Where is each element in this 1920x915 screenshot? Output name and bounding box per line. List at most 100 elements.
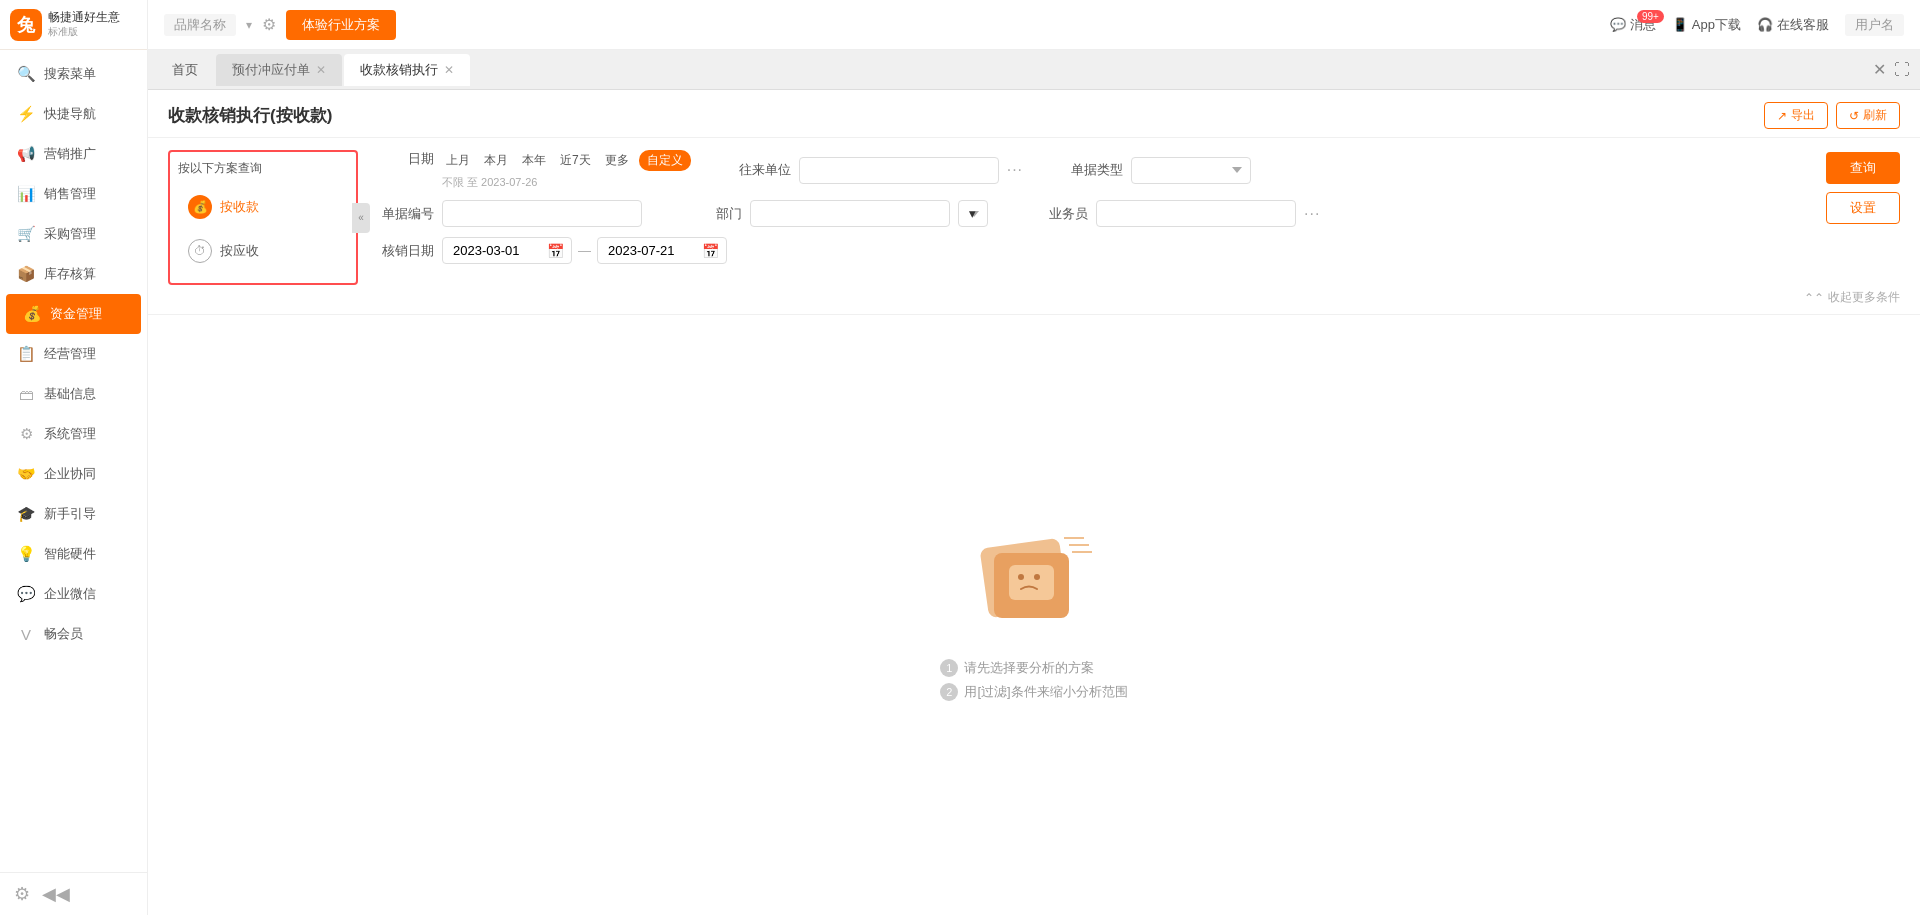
export-button[interactable]: ↗ 导出 xyxy=(1764,102,1828,129)
dept-select[interactable]: ▾ xyxy=(958,200,988,227)
sidebar-item-资金管理[interactable]: 💰资金管理 xyxy=(6,294,141,334)
sidebar-icon: 💰 xyxy=(22,304,42,324)
query-by-receivable[interactable]: ⏱ 按应收 xyxy=(178,231,348,271)
filter-row-1: 日期 上月 本月 本年 近7天 更多 自定义 不限 至 2023-07-26 xyxy=(374,150,1810,190)
sidebar-icon: V xyxy=(16,624,36,644)
topbar-gear-icon[interactable]: ⚙ xyxy=(262,15,276,34)
shortcut-last-month[interactable]: 上月 xyxy=(442,150,474,171)
sidebar-nav: 🔍搜索菜单⚡快捷导航 📢 营销推广 📊销售管理 🛒 采购管理 📦库存核算💰资金管理📋经营管理… xyxy=(0,50,147,872)
sidebar-item-基础信息[interactable]: 🗃 基础信息 xyxy=(0,374,147,414)
chevron-up-icon: ⌃⌃ xyxy=(1804,291,1824,305)
svg-point-4 xyxy=(1034,574,1040,580)
sidebar-icon: 🛒 xyxy=(16,224,36,244)
sidebar-item-经营管理[interactable]: 📋经营管理 xyxy=(0,334,147,374)
sidebar-label: 企业协同 xyxy=(44,465,96,483)
page-header: 收款核销执行(按收款) ↗ 导出 ↺ 刷新 xyxy=(148,90,1920,138)
counterparty-more-icon[interactable]: ··· xyxy=(1007,161,1023,179)
shortcut-custom[interactable]: 自定义 xyxy=(639,150,691,171)
doc-no-label: 单据编号 xyxy=(374,205,434,223)
sidebar-label: 采购管理 xyxy=(44,225,96,243)
shortcut-7days[interactable]: 近7天 xyxy=(556,150,595,171)
more-conditions-row: ⌃⌃ 收起更多条件 xyxy=(148,289,1920,314)
tab-close-all-button[interactable]: ✕ xyxy=(1873,60,1886,79)
app-icon: 📱 xyxy=(1672,17,1688,32)
staff-input[interactable] xyxy=(1096,200,1296,227)
tab-writeoff-label: 收款核销执行 xyxy=(360,61,438,79)
app-download-button[interactable]: 📱 App下载 xyxy=(1672,16,1741,34)
sidebar-label: 库存核算 xyxy=(44,265,96,283)
sidebar-item-采购管理[interactable]: 🛒 采购管理 xyxy=(0,214,147,254)
filter-and-action: 按以下方案查询 💰 按收款 ⏱ 按应收 « 日期 xyxy=(148,138,1920,289)
sidebar-item-库存核算[interactable]: 📦库存核算 xyxy=(0,254,147,294)
logo-icon: 兔 xyxy=(10,9,42,41)
query-by-receipt[interactable]: 💰 按收款 xyxy=(178,187,348,227)
topbar-left: 品牌名称 ▾ ⚙ 体验行业方案 xyxy=(164,10,396,40)
sidebar-item-企业协同[interactable]: 🤝企业协同 xyxy=(0,454,147,494)
sidebar-logo: 兔 畅捷通好生意 标准版 xyxy=(0,0,147,50)
cal-start-icon[interactable]: 📅 xyxy=(547,243,564,259)
counterparty-input[interactable] xyxy=(799,157,999,184)
service-icon: 🎧 xyxy=(1757,17,1773,32)
writeoff-date-filter: 核销日期 📅 — 📅 xyxy=(374,237,727,264)
topbar-right: 💬 消息 99+ 📱 App下载 🎧 在线客服 用户名 xyxy=(1610,14,1904,36)
dept-label: 部门 xyxy=(682,205,742,223)
empty-illustration xyxy=(964,523,1104,643)
collapse-icon[interactable]: ◀◀ xyxy=(42,883,70,905)
sidebar-item-智能硬件[interactable]: 💡智能硬件 xyxy=(0,534,147,574)
tab-prepay[interactable]: 预付冲应付单 ✕ xyxy=(216,54,342,86)
doc-no-filter: 单据编号 xyxy=(374,200,642,227)
setting-button[interactable]: 设置 xyxy=(1826,192,1900,224)
tab-expand-button[interactable]: ⛶ xyxy=(1894,60,1910,79)
sidebar-item-销售管理[interactable]: 📊销售管理 xyxy=(0,174,147,214)
sidebar-icon: 🔍 xyxy=(16,64,36,84)
service-button[interactable]: 🎧 在线客服 xyxy=(1757,16,1829,34)
doc-type-select[interactable] xyxy=(1131,157,1251,184)
dept-input[interactable] xyxy=(750,200,950,227)
sidebar-label: 基础信息 xyxy=(44,385,96,403)
hint-num-2: 2 xyxy=(940,683,958,701)
shortcut-this-year[interactable]: 本年 xyxy=(518,150,550,171)
tab-prepay-close[interactable]: ✕ xyxy=(316,63,326,77)
query-by-receivable-label: 按应收 xyxy=(220,242,259,260)
settings-icon[interactable]: ⚙ xyxy=(14,883,30,905)
sidebar-icon: 💬 xyxy=(16,584,36,604)
user-label: 用户名 xyxy=(1845,14,1904,36)
tab-writeoff[interactable]: 收款核销执行 ✕ xyxy=(344,54,470,86)
tab-home-label: 首页 xyxy=(172,61,198,79)
doc-type-filter: 单据类型 xyxy=(1063,157,1251,184)
export-label: 导出 xyxy=(1791,107,1815,124)
sidebar-item-畅会员[interactable]: V畅会员 xyxy=(0,614,147,654)
refresh-button[interactable]: ↺ 刷新 xyxy=(1836,102,1900,129)
sidebar-icon: 🗃 xyxy=(16,384,36,404)
brand-dropdown-icon[interactable]: ▾ xyxy=(246,18,252,32)
sidebar-icon: ⚙ xyxy=(16,424,36,444)
app-label: App下载 xyxy=(1692,16,1741,34)
sidebar-item-快捷导航[interactable]: ⚡快捷导航 xyxy=(0,94,147,134)
hint-text-2: 用[过滤]条件来缩小分析范围 xyxy=(964,683,1127,701)
writeoff-date-end-wrap: 📅 xyxy=(597,237,727,264)
svg-rect-2 xyxy=(1009,565,1054,600)
doc-no-input[interactable] xyxy=(442,200,642,227)
query-button[interactable]: 查询 xyxy=(1826,152,1900,184)
sidebar-item-企业微信[interactable]: 💬企业微信 xyxy=(0,574,147,614)
shortcut-this-month[interactable]: 本月 xyxy=(480,150,512,171)
shortcut-more[interactable]: 更多 xyxy=(601,150,633,171)
sidebar-icon: 📢 xyxy=(16,144,36,164)
solution-button[interactable]: 体验行业方案 xyxy=(286,10,396,40)
sidebar-item-营销推广[interactable]: 📢 营销推广 xyxy=(0,134,147,174)
sidebar-label: 营销推广 xyxy=(44,145,96,163)
cal-end-icon[interactable]: 📅 xyxy=(702,243,719,259)
sidebar-item-新手引导[interactable]: 🎓新手引导 xyxy=(0,494,147,534)
filter-fields: 日期 上月 本月 本年 近7天 更多 自定义 不限 至 2023-07-26 xyxy=(374,150,1810,264)
sidebar-item-系统管理[interactable]: ⚙系统管理 xyxy=(0,414,147,454)
staff-more-icon[interactable]: ··· xyxy=(1304,205,1320,223)
more-conditions-button[interactable]: ⌃⌃ 收起更多条件 xyxy=(1804,289,1900,306)
more-conditions-label: 收起更多条件 xyxy=(1828,289,1900,306)
panel-collapse-button[interactable]: « xyxy=(352,203,370,233)
date-no-limit-label: 不限 至 2023-07-26 xyxy=(442,175,691,190)
tab-writeoff-close[interactable]: ✕ xyxy=(444,63,454,77)
msg-button[interactable]: 💬 消息 99+ xyxy=(1610,16,1656,34)
sidebar-label: 快捷导航 xyxy=(44,105,96,123)
sidebar-item-搜索菜单[interactable]: 🔍搜索菜单 xyxy=(0,54,147,94)
tab-home[interactable]: 首页 xyxy=(156,54,214,86)
